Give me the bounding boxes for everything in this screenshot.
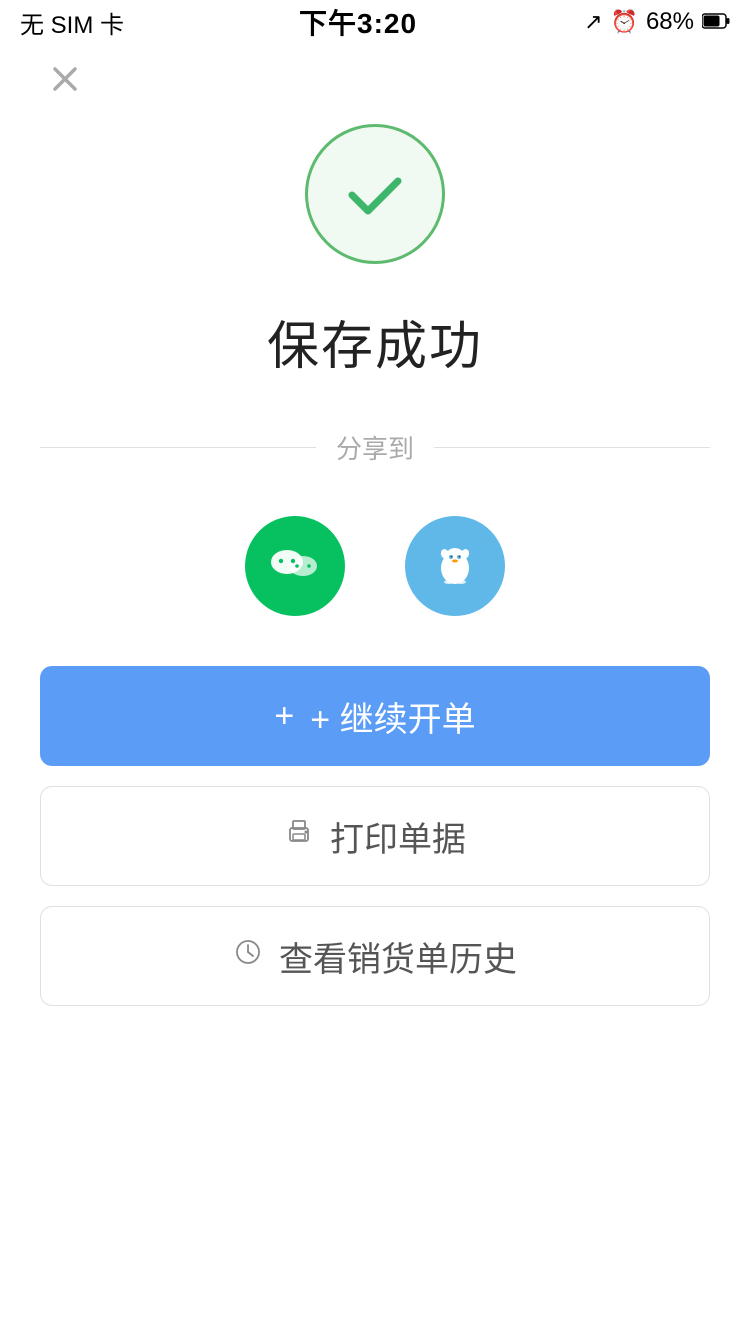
print-button[interactable]: 打印单据 bbox=[40, 786, 710, 886]
success-icon-circle bbox=[305, 124, 445, 264]
history-button[interactable]: 查看销货单历史 bbox=[40, 906, 710, 1006]
continue-label: + 继续开单 bbox=[310, 692, 475, 741]
buttons-section: + + 继续开单 打印单据 bbox=[0, 666, 750, 1006]
status-right: ↗ ⏰ 68% bbox=[584, 8, 730, 36]
share-icons bbox=[40, 516, 710, 616]
share-label: 分享到 bbox=[336, 429, 414, 466]
wechat-share-button[interactable] bbox=[245, 516, 345, 616]
time-display: 下午3:20 bbox=[299, 2, 417, 42]
success-title: 保存成功 bbox=[267, 304, 483, 379]
plus-icon: + bbox=[274, 697, 294, 736]
share-section: 分享到 bbox=[0, 429, 750, 616]
history-label: 查看销货单历史 bbox=[279, 932, 517, 981]
share-divider: 分享到 bbox=[40, 429, 710, 466]
battery-label: 68% bbox=[646, 8, 694, 36]
location-icon: ↗ bbox=[584, 9, 602, 35]
carrier-label: 无 SIM 卡 bbox=[20, 5, 124, 40]
status-bar: 无 SIM 卡 下午3:20 ↗ ⏰ 68% bbox=[0, 0, 750, 44]
print-label: 打印单据 bbox=[330, 812, 466, 861]
close-button[interactable] bbox=[40, 54, 90, 104]
printer-icon bbox=[284, 817, 314, 855]
battery-icon bbox=[702, 9, 730, 35]
qq-share-button[interactable] bbox=[405, 516, 505, 616]
continue-button[interactable]: + + 继续开单 bbox=[40, 666, 710, 766]
alarm-icon: ⏰ bbox=[611, 9, 638, 35]
status-left: 无 SIM 卡 bbox=[20, 5, 132, 40]
main-content: 保存成功 分享到 bbox=[0, 44, 750, 1006]
clock-icon bbox=[233, 937, 263, 975]
